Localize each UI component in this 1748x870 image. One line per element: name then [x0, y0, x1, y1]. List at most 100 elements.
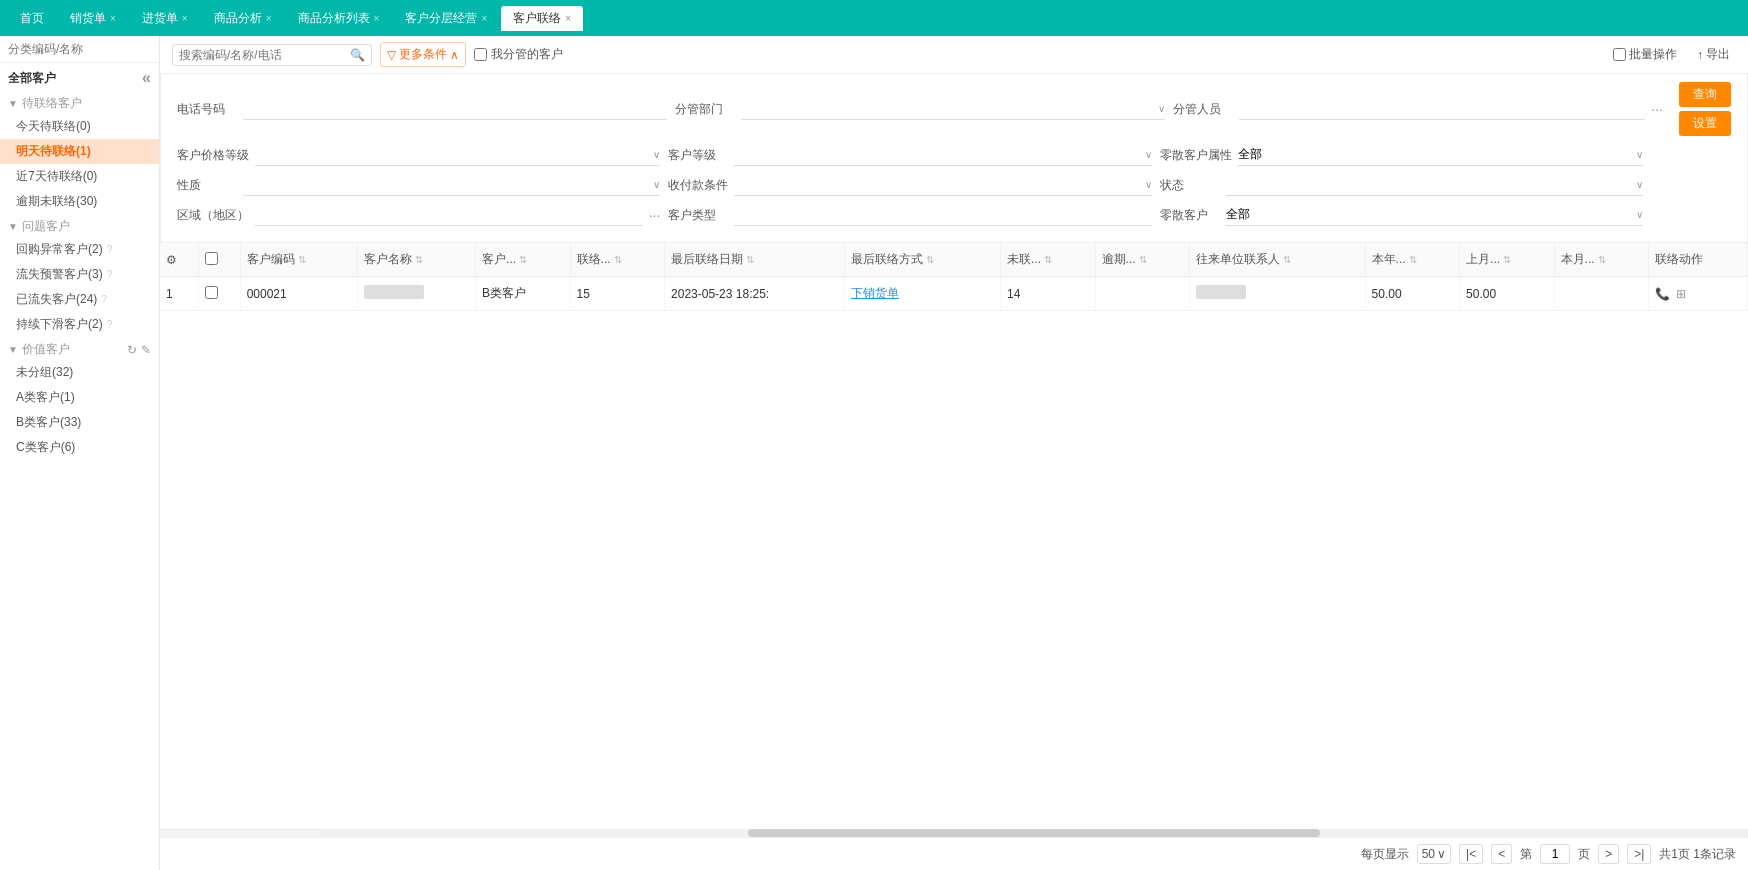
col-last-contact-method[interactable]: 最后联络方式 ⇅: [845, 243, 1001, 277]
grid-action-icon[interactable]: ⊞: [1676, 287, 1686, 301]
top-right-buttons: 批量操作 ↑ 导出: [1607, 43, 1736, 66]
cell-checkbox[interactable]: [198, 277, 240, 311]
bulk-action-button[interactable]: 批量操作: [1607, 43, 1683, 66]
payment-select[interactable]: ∨: [734, 174, 1151, 196]
nav-customer-contact[interactable]: 客户联络 ×: [501, 6, 583, 31]
sidebar-item-7days[interactable]: 近7天待联络(0): [0, 164, 159, 189]
export-icon: ↑: [1697, 48, 1703, 62]
close-icon[interactable]: ×: [565, 13, 571, 24]
phone-input[interactable]: [243, 98, 667, 120]
nav-purchase[interactable]: 进货单 ×: [130, 6, 200, 31]
row-checkbox[interactable]: [205, 286, 218, 299]
col-no-contact[interactable]: 未联... ⇅: [1001, 243, 1096, 277]
sidebar-item-class-c[interactable]: C类客户(6): [0, 435, 159, 460]
sidebar-item-overdue[interactable]: 逾期未联络(30): [0, 189, 159, 214]
close-icon[interactable]: ×: [481, 13, 487, 24]
my-customer-checkbox[interactable]: [474, 48, 487, 61]
search-input-wrap[interactable]: 🔍: [172, 44, 372, 66]
sort-icon[interactable]: ⇅: [614, 254, 622, 265]
sidebar-item-ungrouped[interactable]: 未分组(32): [0, 360, 159, 385]
sidebar-item-class-b[interactable]: B类客户(33): [0, 410, 159, 435]
nature-select[interactable]: ∨: [243, 174, 660, 196]
sort-icon[interactable]: ⇅: [519, 254, 527, 265]
filter-row-1: 电话号码 分管部门 ∨ 分管人员 ··· 查询 设置: [177, 82, 1731, 136]
help-icon: ?: [107, 319, 113, 330]
customer-level-select[interactable]: ∨: [734, 144, 1151, 166]
cell-last-month: 50.00: [1460, 277, 1555, 311]
sort-icon[interactable]: ⇅: [1283, 254, 1291, 265]
col-settings[interactable]: ⚙: [160, 243, 198, 277]
last-page-button[interactable]: >|: [1627, 844, 1651, 864]
phone-action-icon[interactable]: 📞: [1655, 287, 1670, 301]
col-type[interactable]: 客户... ⇅: [476, 243, 571, 277]
scrollbar-thumb[interactable]: [748, 829, 1319, 837]
my-customer-checkbox-label[interactable]: 我分管的客户: [474, 46, 563, 63]
close-icon[interactable]: ×: [374, 13, 380, 24]
col-contact-person[interactable]: 往来单位联系人 ⇅: [1190, 243, 1366, 277]
select-all-checkbox[interactable]: [205, 252, 218, 265]
sidebar-item-class-a[interactable]: A类客户(1): [0, 385, 159, 410]
nav-analysis[interactable]: 商品分析 ×: [202, 6, 284, 31]
col-name[interactable]: 客户名称 ⇅: [357, 243, 475, 277]
filter-cell-payment: 收付款条件 ∨: [668, 174, 1151, 196]
region-input[interactable]: [255, 204, 643, 226]
col-this-month[interactable]: 本月... ⇅: [1554, 243, 1649, 277]
retail-select[interactable]: 全部 ∨: [1226, 204, 1643, 226]
close-icon[interactable]: ×: [266, 13, 272, 24]
col-this-year[interactable]: 本年... ⇅: [1365, 243, 1460, 277]
sort-icon[interactable]: ⇅: [298, 254, 306, 265]
sort-icon[interactable]: ⇅: [1044, 254, 1052, 265]
query-button[interactable]: 查询: [1679, 82, 1731, 107]
bulk-checkbox[interactable]: [1613, 48, 1626, 61]
more-filter-button[interactable]: ▽ 更多条件 ∧: [380, 42, 466, 67]
col-overdue[interactable]: 逾期... ⇅: [1095, 243, 1190, 277]
sort-icon[interactable]: ⇅: [746, 254, 754, 265]
nav-home[interactable]: 首页: [8, 6, 56, 31]
filter-row-2: 客户价格等级 ∨ 客户等级 ∨ 零散客户属性 全部: [177, 144, 1731, 166]
refresh-icon[interactable]: ↻: [127, 343, 137, 357]
first-page-button[interactable]: |<: [1459, 844, 1483, 864]
sort-icon[interactable]: ⇅: [415, 254, 423, 265]
sort-icon[interactable]: ⇅: [1503, 254, 1511, 265]
sort-icon[interactable]: ⇅: [1409, 254, 1417, 265]
sort-icon[interactable]: ⇅: [1139, 254, 1147, 265]
sidebar-item-lost[interactable]: 已流失客户(24) ?: [0, 287, 159, 312]
price-level-select[interactable]: ∨: [255, 144, 660, 166]
retail-attr-select[interactable]: 全部 ∨: [1238, 144, 1643, 166]
nav-sales[interactable]: 销货单 ×: [58, 6, 128, 31]
sidebar-item-today[interactable]: 今天待联络(0): [0, 114, 159, 139]
edit-icon[interactable]: ✎: [141, 343, 151, 357]
customer-type-input[interactable]: [734, 204, 1151, 226]
sidebar-item-abnormal[interactable]: 回购异常客户(2) ?: [0, 237, 159, 262]
sort-icon[interactable]: ⇅: [1598, 254, 1606, 265]
sidebar-item-tomorrow[interactable]: 明天待联络(1): [0, 139, 159, 164]
col-last-contact-date[interactable]: 最后联络日期 ⇅: [665, 243, 845, 277]
collapse-icon[interactable]: «: [142, 69, 151, 87]
sidebar-item-declining[interactable]: 持续下滑客户(2) ?: [0, 312, 159, 337]
nav-analysis-list[interactable]: 商品分析列表 ×: [286, 6, 392, 31]
close-icon[interactable]: ×: [182, 13, 188, 24]
cell-last-contact-method[interactable]: 下销货单: [845, 277, 1001, 311]
dept-select[interactable]: ∨: [741, 98, 1165, 120]
person-input[interactable]: [1239, 98, 1645, 120]
page-size-select[interactable]: 50 ∨: [1417, 844, 1451, 864]
next-page-button[interactable]: >: [1598, 844, 1619, 864]
export-button[interactable]: ↑ 导出: [1691, 43, 1736, 66]
sidebar-item-churn-warning[interactable]: 流失预警客户(3) ?: [0, 262, 159, 287]
status-select[interactable]: ∨: [1226, 174, 1643, 196]
col-code[interactable]: 客户编码 ⇅: [240, 243, 357, 277]
more-icon[interactable]: ···: [649, 207, 661, 223]
page-number-input[interactable]: [1540, 844, 1570, 864]
set-button[interactable]: 设置: [1679, 111, 1731, 136]
close-icon[interactable]: ×: [110, 13, 116, 24]
sort-icon[interactable]: ⇅: [926, 254, 934, 265]
more-icon[interactable]: ···: [1651, 101, 1663, 117]
col-last-month[interactable]: 上月... ⇅: [1460, 243, 1555, 277]
chevron-icon: ∧: [450, 48, 459, 62]
nav-customer-tier[interactable]: 客户分层经营 ×: [393, 6, 499, 31]
search-input[interactable]: [179, 48, 346, 62]
col-contact-count[interactable]: 联络... ⇅: [570, 243, 665, 277]
prev-page-button[interactable]: <: [1491, 844, 1512, 864]
sidebar-search-input[interactable]: [8, 42, 158, 56]
col-checkbox[interactable]: [198, 243, 240, 277]
